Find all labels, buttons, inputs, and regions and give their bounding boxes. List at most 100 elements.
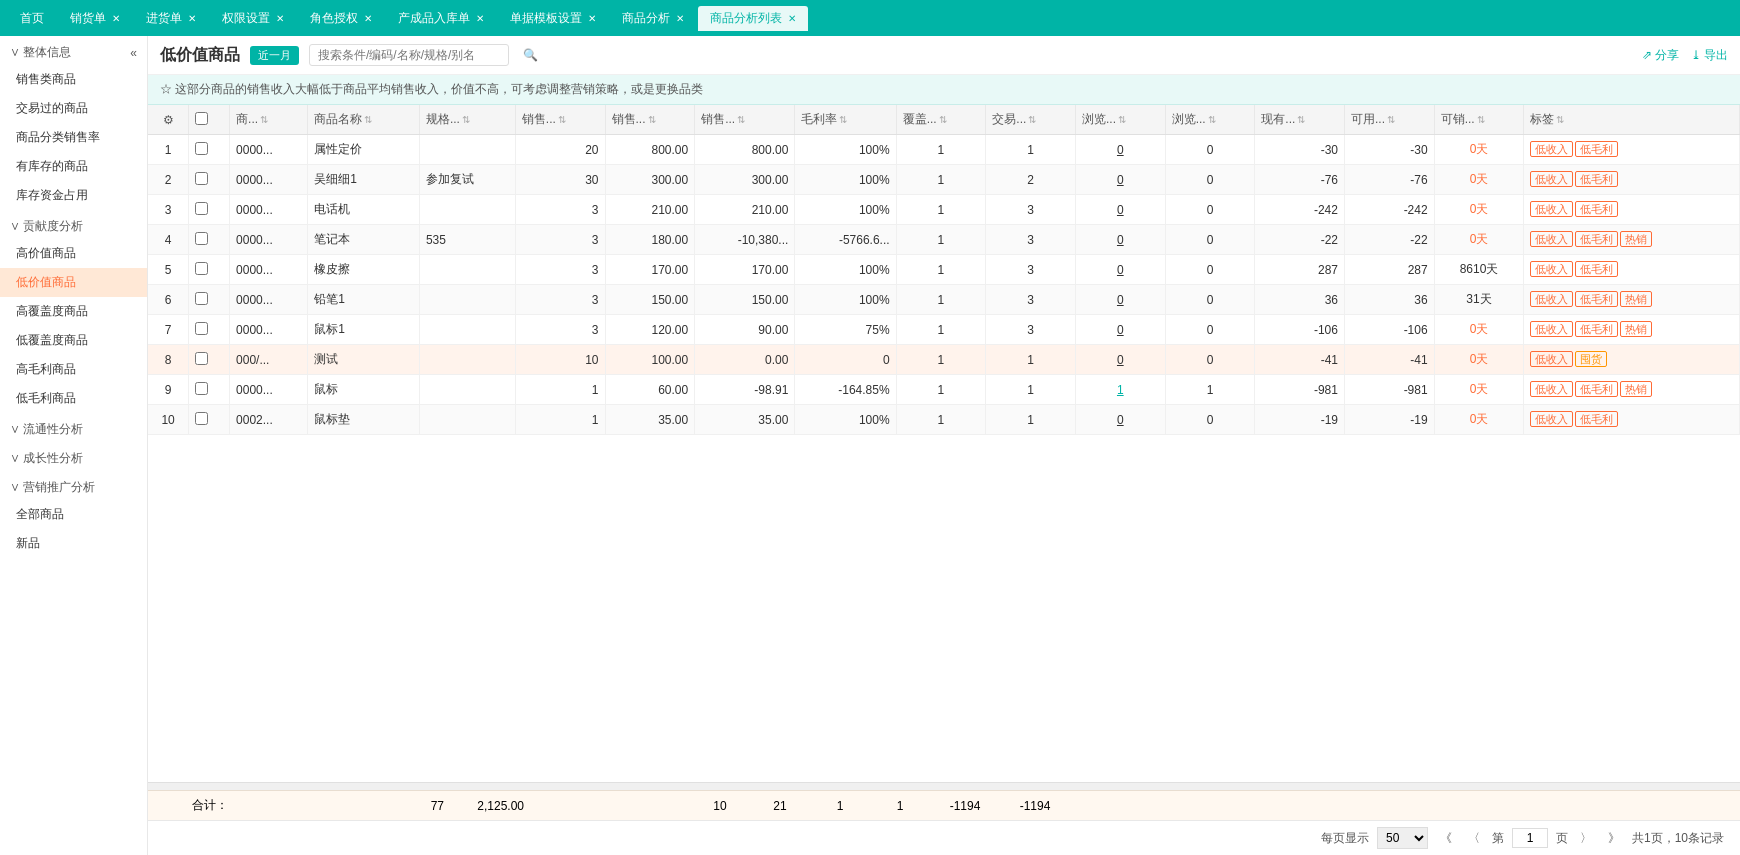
last-page-btn[interactable]: 》: [1604, 828, 1624, 849]
table-row[interactable]: 30000...电话机3210.00210.00100%1300-242-242…: [148, 195, 1740, 225]
sidebar-group-flow[interactable]: ∨ 流通性分析: [0, 413, 147, 442]
first-page-btn[interactable]: 《: [1436, 828, 1456, 849]
row-name[interactable]: 测试: [308, 345, 420, 375]
col-margin[interactable]: 毛利率⇅: [795, 105, 896, 135]
sidebar-item-low-coverage[interactable]: 低覆盖度商品: [0, 326, 147, 355]
col-view1[interactable]: 浏览...⇅: [1075, 105, 1165, 135]
row-name[interactable]: 笔记本: [308, 225, 420, 255]
row-checkbox[interactable]: [195, 412, 208, 425]
nav-close-goods-list[interactable]: ✕: [788, 13, 796, 24]
row-checkbox-cell[interactable]: [189, 315, 230, 345]
row-view1[interactable]: 0: [1075, 225, 1165, 255]
row-checkbox[interactable]: [195, 262, 208, 275]
row-checkbox[interactable]: [195, 142, 208, 155]
row-name[interactable]: 铅笔1: [308, 285, 420, 315]
col-sales-amount[interactable]: 销售...⇅: [605, 105, 695, 135]
sidebar-item-high-margin[interactable]: 高毛利商品: [0, 355, 147, 384]
table-row[interactable]: 8000/...测试10100.000.0001100-41-410天低收入囤货: [148, 345, 1740, 375]
col-trade[interactable]: 交易...⇅: [986, 105, 1076, 135]
col-spec[interactable]: 规格...⇅: [419, 105, 515, 135]
table-row[interactable]: 100002...鼠标垫135.0035.00100%1100-19-190天低…: [148, 405, 1740, 435]
sidebar-item-new-goods[interactable]: 新品: [0, 529, 147, 558]
table-row[interactable]: 10000...属性定价20800.00800.00100%1100-30-30…: [148, 135, 1740, 165]
nav-close-sales[interactable]: ✕: [112, 13, 120, 24]
nav-goods-list[interactable]: 商品分析列表 ✕: [698, 6, 808, 31]
row-checkbox-cell[interactable]: [189, 285, 230, 315]
row-name[interactable]: 属性定价: [308, 135, 420, 165]
sidebar-item-all-goods[interactable]: 全部商品: [0, 500, 147, 529]
row-checkbox[interactable]: [195, 202, 208, 215]
sidebar-item-high-coverage[interactable]: 高覆盖度商品: [0, 297, 147, 326]
row-checkbox-cell[interactable]: [189, 225, 230, 255]
row-view1[interactable]: 0: [1075, 285, 1165, 315]
nav-close-product-receipt[interactable]: ✕: [476, 13, 484, 24]
sidebar-item-category-sales-rate[interactable]: 商品分类销售率: [0, 123, 147, 152]
nav-template[interactable]: 单据模板设置 ✕: [498, 6, 608, 31]
nav-sales-order[interactable]: 销货单 ✕: [58, 6, 132, 31]
table-row[interactable]: 50000...橡皮擦3170.00170.00100%130028728786…: [148, 255, 1740, 285]
row-name[interactable]: 鼠标: [308, 375, 420, 405]
row-view1[interactable]: 0: [1075, 405, 1165, 435]
row-name[interactable]: 鼠标1: [308, 315, 420, 345]
nav-roles[interactable]: 角色授权 ✕: [298, 6, 384, 31]
row-name[interactable]: 橡皮擦: [308, 255, 420, 285]
row-name[interactable]: 吴细细1: [308, 165, 420, 195]
nav-permissions[interactable]: 权限设置 ✕: [210, 6, 296, 31]
table-row[interactable]: 40000...笔记本5353180.00-10,380...-5766.6..…: [148, 225, 1740, 255]
table-row[interactable]: 90000...鼠标160.00-98.91-164.85%1111-981-9…: [148, 375, 1740, 405]
col-name[interactable]: 商品名称⇅: [308, 105, 420, 135]
nav-home[interactable]: 首页: [8, 6, 56, 31]
export-button[interactable]: ⤓ 导出: [1691, 47, 1728, 64]
per-page-select[interactable]: 50 20 100: [1377, 827, 1428, 849]
row-name[interactable]: 鼠标垫: [308, 405, 420, 435]
recent-tag[interactable]: 近一月: [250, 46, 299, 65]
sidebar-collapse-overview[interactable]: «: [130, 46, 137, 60]
col-tags[interactable]: 标签⇅: [1524, 105, 1740, 135]
col-sales-avg[interactable]: 销售...⇅: [695, 105, 795, 135]
sidebar-item-traded-goods[interactable]: 交易过的商品: [0, 94, 147, 123]
row-view1[interactable]: 0: [1075, 195, 1165, 225]
nav-purchase[interactable]: 进货单 ✕: [134, 6, 208, 31]
col-checkbox[interactable]: [189, 105, 230, 135]
page-input[interactable]: [1512, 828, 1548, 848]
row-view1[interactable]: 0: [1075, 315, 1165, 345]
row-checkbox-cell[interactable]: [189, 165, 230, 195]
row-name[interactable]: 电话机: [308, 195, 420, 225]
nav-product-receipt[interactable]: 产成品入库单 ✕: [386, 6, 496, 31]
table-row[interactable]: 20000...吴细细1参加复试30300.00300.00100%1200-7…: [148, 165, 1740, 195]
row-checkbox-cell[interactable]: [189, 345, 230, 375]
col-available[interactable]: 可用...⇅: [1344, 105, 1434, 135]
nav-close-roles[interactable]: ✕: [364, 13, 372, 24]
sidebar-item-sales-goods[interactable]: 销售类商品: [0, 65, 147, 94]
row-checkbox[interactable]: [195, 232, 208, 245]
row-checkbox-cell[interactable]: [189, 405, 230, 435]
row-view1[interactable]: 0: [1075, 165, 1165, 195]
row-view1[interactable]: 0: [1075, 255, 1165, 285]
sidebar-item-stock-goods[interactable]: 有库存的商品: [0, 152, 147, 181]
sidebar-item-high-value[interactable]: 高价值商品: [0, 239, 147, 268]
row-checkbox-cell[interactable]: [189, 195, 230, 225]
row-checkbox[interactable]: [195, 292, 208, 305]
row-checkbox[interactable]: [195, 352, 208, 365]
col-saleable[interactable]: 可销...⇅: [1434, 105, 1524, 135]
row-view1[interactable]: 1: [1075, 375, 1165, 405]
col-sales-qty[interactable]: 销售...⇅: [515, 105, 605, 135]
search-icon[interactable]: 🔍: [523, 48, 538, 62]
row-checkbox-cell[interactable]: [189, 375, 230, 405]
row-checkbox[interactable]: [195, 172, 208, 185]
row-checkbox[interactable]: [195, 322, 208, 335]
search-input[interactable]: [309, 44, 509, 66]
nav-close-template[interactable]: ✕: [588, 13, 596, 24]
nav-close-permissions[interactable]: ✕: [276, 13, 284, 24]
row-checkbox-cell[interactable]: [189, 255, 230, 285]
nav-close-purchase[interactable]: ✕: [188, 13, 196, 24]
row-view1[interactable]: 0: [1075, 135, 1165, 165]
col-settings[interactable]: ⚙: [148, 105, 189, 135]
row-checkbox[interactable]: [195, 382, 208, 395]
row-view1[interactable]: 0: [1075, 345, 1165, 375]
sidebar-group-growth[interactable]: ∨ 成长性分析: [0, 442, 147, 471]
sidebar-item-low-margin[interactable]: 低毛利商品: [0, 384, 147, 413]
row-checkbox-cell[interactable]: [189, 135, 230, 165]
col-coverage[interactable]: 覆盖...⇅: [896, 105, 986, 135]
nav-goods-analysis[interactable]: 商品分析 ✕: [610, 6, 696, 31]
